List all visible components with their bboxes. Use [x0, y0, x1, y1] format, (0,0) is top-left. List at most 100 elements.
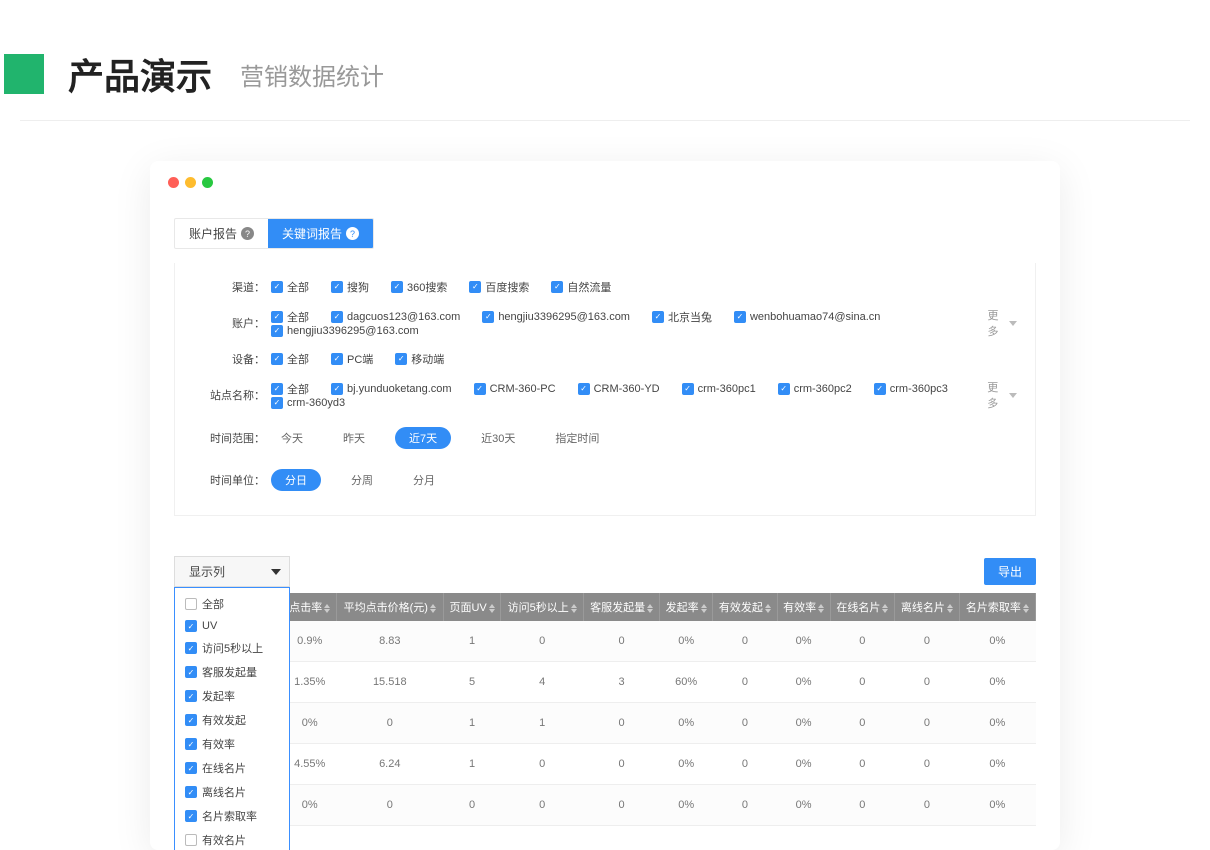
- column-option[interactable]: ✓访问5秒以上: [175, 636, 289, 660]
- sort-icon[interactable]: [430, 604, 436, 613]
- table-header-cell[interactable]: 访问5秒以上: [501, 593, 584, 621]
- table-cell: 0%: [660, 744, 713, 785]
- column-option[interactable]: ✓客服发起量: [175, 660, 289, 684]
- export-button[interactable]: 导出: [984, 558, 1036, 585]
- checkbox-item[interactable]: ✓CRM-360-PC: [474, 381, 556, 397]
- table-header-cell[interactable]: 平均点击价格(元): [336, 593, 443, 621]
- time-option[interactable]: 分周: [341, 469, 383, 491]
- table-header-cell[interactable]: 点击率: [283, 593, 336, 621]
- time-option[interactable]: 昨天: [333, 427, 375, 449]
- sort-icon[interactable]: [947, 604, 953, 613]
- checkbox-item[interactable]: ✓北京当兔: [652, 309, 712, 325]
- sort-icon[interactable]: [489, 604, 495, 613]
- checkbox-item[interactable]: ✓hengjiu3396295@163.com: [271, 325, 419, 337]
- sort-icon[interactable]: [571, 604, 577, 613]
- checkbox-item[interactable]: ✓ 全部: [271, 279, 309, 295]
- checkbox-item[interactable]: ✓crm-360pc1: [682, 381, 756, 397]
- export-label: 导出: [998, 565, 1022, 579]
- tab-label: 账户报告: [189, 225, 237, 242]
- checkbox-item[interactable]: ✓hengjiu3396295@163.com: [482, 309, 630, 325]
- column-option[interactable]: ✓离线名片: [175, 780, 289, 804]
- checkbox-label: PC端: [347, 351, 373, 367]
- sort-icon[interactable]: [1023, 604, 1029, 613]
- report-tabs: 账户报告 ? 关键词报告 ?: [174, 218, 374, 249]
- checkbox-item[interactable]: ✓自然流量: [551, 279, 611, 295]
- more-link[interactable]: 更多: [987, 379, 1017, 411]
- checkbox-item[interactable]: ✓ bj.yunduoketang.com: [331, 381, 452, 397]
- table-cell: 0%: [959, 785, 1035, 826]
- column-option[interactable]: 有效名片: [175, 828, 289, 850]
- sort-icon[interactable]: [324, 604, 330, 613]
- checkbox-item[interactable]: ✓dagcuos123@163.com: [331, 309, 460, 325]
- time-option[interactable]: 指定时间: [545, 427, 609, 449]
- filter-block: 渠道： ✓全部✓搜狗✓360搜索✓百度搜索✓自然流量 账户： ✓全部✓dagcu…: [174, 263, 1036, 516]
- chevron-down-icon: [1009, 393, 1017, 398]
- table-header-cell[interactable]: 名片索取率: [959, 593, 1035, 621]
- table-header-cell[interactable]: 有效发起: [713, 593, 778, 621]
- column-option[interactable]: ✓在线名片: [175, 756, 289, 780]
- time-option[interactable]: 近7天: [395, 427, 451, 449]
- tab-label: 关键词报告: [282, 225, 342, 242]
- table-header-cell[interactable]: 有效率: [777, 593, 830, 621]
- table-header-cell[interactable]: 在线名片: [830, 593, 895, 621]
- sort-icon[interactable]: [701, 604, 707, 613]
- checkbox-icon: ✓: [395, 353, 407, 365]
- table-cell: 60%: [660, 662, 713, 703]
- checkbox-item[interactable]: ✓CRM-360-YD: [578, 381, 660, 397]
- checkbox-item[interactable]: ✓全部: [271, 351, 309, 367]
- help-icon[interactable]: ?: [346, 227, 359, 240]
- checkbox-icon: ✓: [331, 383, 343, 395]
- checkbox-icon: ✓: [271, 281, 283, 293]
- column-option[interactable]: ✓UV: [175, 616, 289, 636]
- checkbox-label: 全部: [287, 279, 309, 295]
- column-option[interactable]: ✓名片索取率: [175, 804, 289, 828]
- page-title-sub: 营销数据统计: [240, 57, 384, 92]
- header-label: 名片索取率: [966, 602, 1021, 614]
- table-cell: 0: [584, 744, 660, 785]
- time-option[interactable]: 分月: [403, 469, 445, 491]
- column-option[interactable]: ✓发起率: [175, 684, 289, 708]
- table-row: bj-云朵课堂4.55%6.241000%00%000%: [174, 744, 1036, 785]
- checkbox-item[interactable]: ✓全部: [271, 381, 309, 397]
- tab-keyword-report[interactable]: 关键词报告 ?: [268, 219, 373, 248]
- checkbox-item[interactable]: ✓360搜索: [391, 279, 447, 295]
- table-header-cell[interactable]: 客服发起量: [584, 593, 660, 621]
- tab-account-report[interactable]: 账户报告 ?: [175, 219, 268, 248]
- caret-down-icon: [271, 569, 281, 575]
- sort-icon[interactable]: [818, 604, 824, 613]
- filter-row-site: 站点名称： ✓全部✓bj.yunduoketang.com✓CRM-360-PC…: [193, 373, 1017, 417]
- checkbox-item[interactable]: ✓百度搜索: [469, 279, 529, 295]
- checkbox-item[interactable]: ✓移动端: [395, 351, 444, 367]
- checkbox-label: 自然流量: [567, 279, 611, 295]
- checkbox-item[interactable]: ✓crm-360pc2: [778, 381, 852, 397]
- column-option[interactable]: ✓有效发起: [175, 708, 289, 732]
- checkbox-item[interactable]: ✓wenbohuamao74@sina.cn: [734, 309, 880, 325]
- help-icon[interactable]: ?: [241, 227, 254, 240]
- table-cell: 0: [501, 744, 584, 785]
- table-header-cell[interactable]: 离线名片: [895, 593, 960, 621]
- table-row: bj-云朵课堂1.35%15.51854360%00%000%: [174, 662, 1036, 703]
- checkbox-label: bj.yunduoketang.com: [347, 383, 452, 395]
- checkbox-item[interactable]: ✓搜狗: [331, 279, 369, 295]
- time-option[interactable]: 分日: [271, 469, 321, 491]
- column-option[interactable]: 全部: [175, 592, 289, 616]
- header-label: 在线名片: [836, 602, 880, 614]
- table-header-cell[interactable]: 页面UV: [443, 593, 500, 621]
- filter-row-account: 账户： ✓全部✓dagcuos123@163.com✓hengjiu339629…: [193, 301, 1017, 345]
- more-link[interactable]: 更多: [987, 307, 1017, 339]
- sort-icon[interactable]: [882, 604, 888, 613]
- checkbox-item[interactable]: ✓crm-360pc3: [874, 381, 948, 397]
- column-option[interactable]: ✓有效率: [175, 732, 289, 756]
- time-option[interactable]: 近30天: [471, 427, 525, 449]
- time-option[interactable]: 今天: [271, 427, 313, 449]
- show-columns-button[interactable]: 显示列: [174, 556, 290, 587]
- table-cell: 0: [895, 785, 960, 826]
- table-cell: 0: [336, 703, 443, 744]
- sort-icon[interactable]: [765, 604, 771, 613]
- table-header-cell[interactable]: 发起率: [660, 593, 713, 621]
- checkbox-item[interactable]: ✓全部: [271, 309, 309, 325]
- sort-icon[interactable]: [647, 604, 653, 613]
- table-cell: 0: [713, 785, 778, 826]
- checkbox-item[interactable]: ✓PC端: [331, 351, 373, 367]
- checkbox-item[interactable]: ✓crm-360yd3: [271, 397, 345, 409]
